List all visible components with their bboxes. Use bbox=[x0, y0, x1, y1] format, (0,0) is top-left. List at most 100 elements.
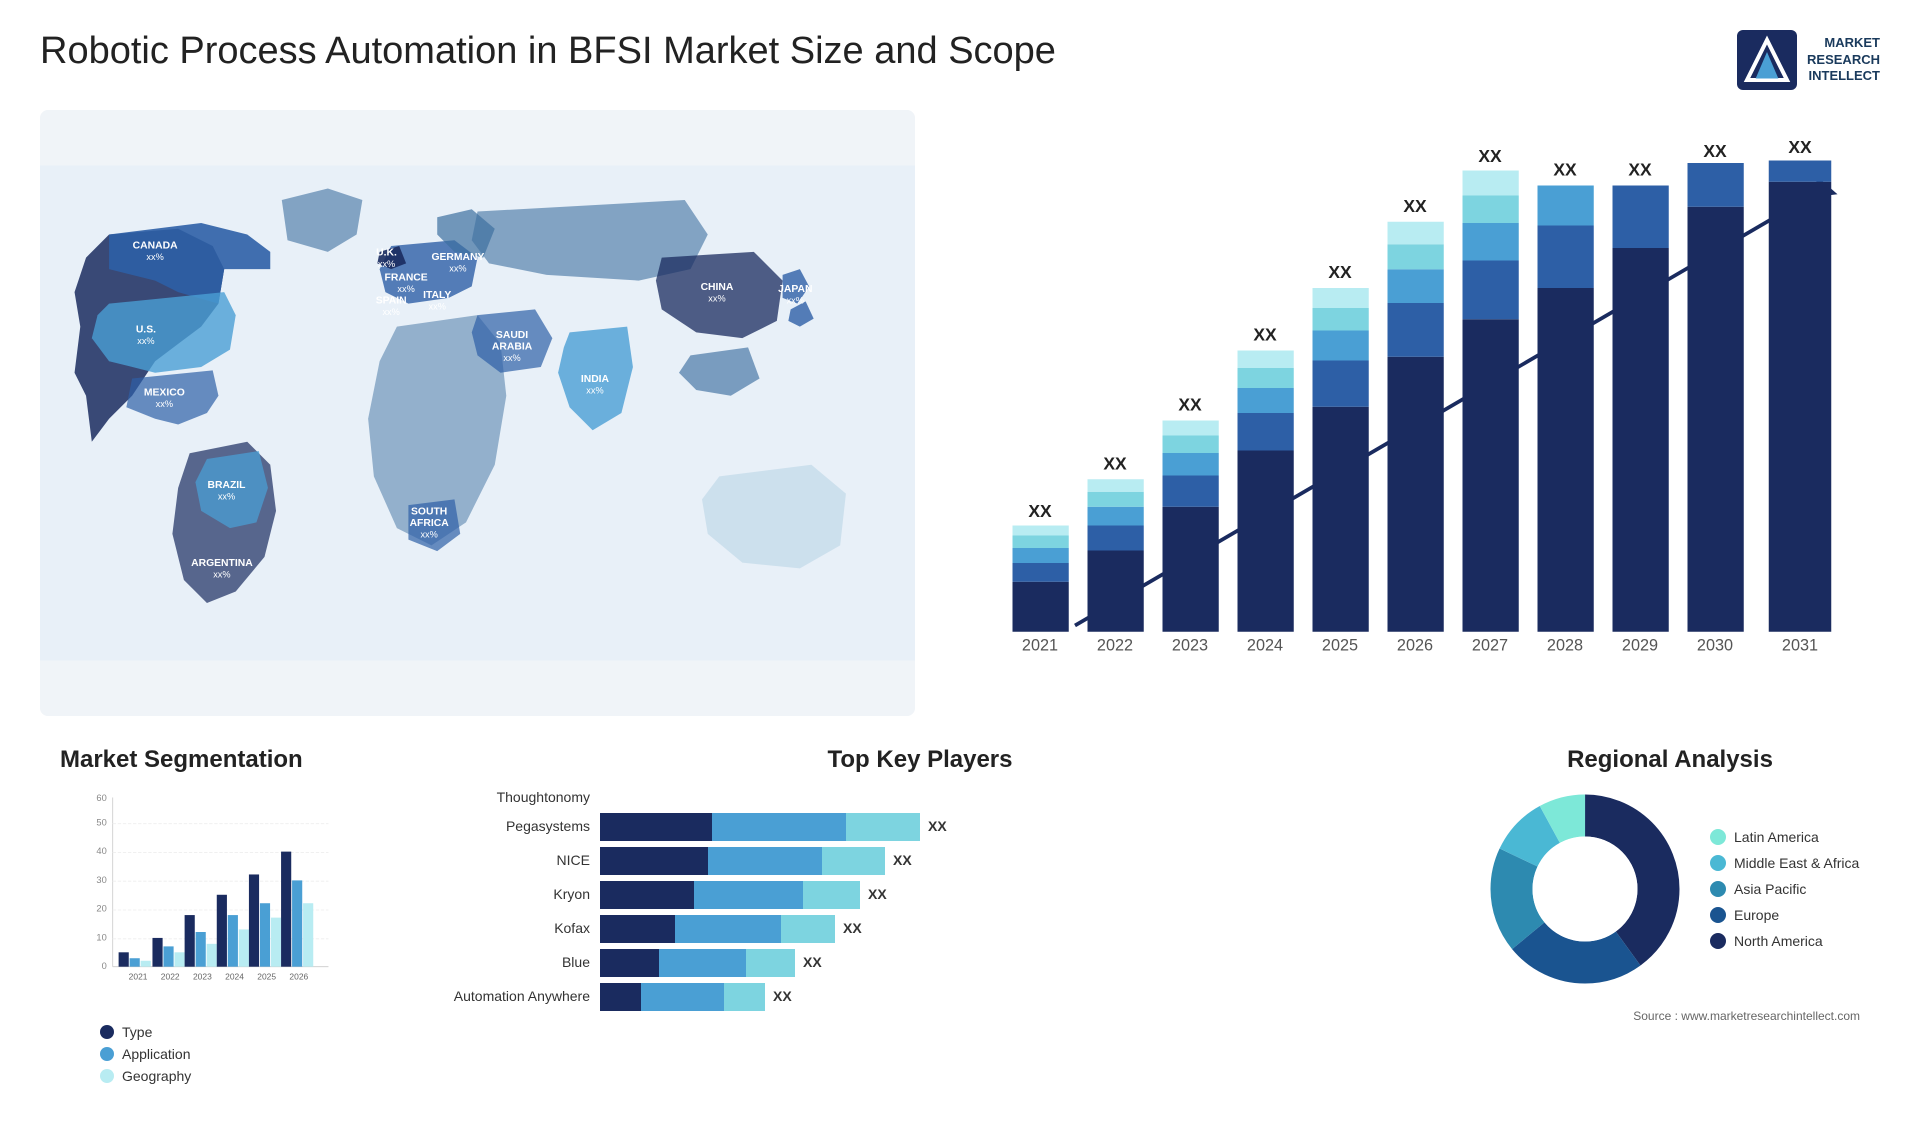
player-row-kryon: Kryon XX bbox=[430, 881, 1410, 907]
svg-text:2024: 2024 bbox=[225, 971, 244, 981]
svg-text:2023: 2023 bbox=[193, 971, 212, 981]
svg-text:2025: 2025 bbox=[1322, 637, 1358, 655]
svg-text:ARABIA: ARABIA bbox=[492, 342, 533, 353]
svg-text:2030: 2030 bbox=[1697, 637, 1733, 655]
svg-text:U.S.: U.S. bbox=[136, 324, 156, 335]
svg-text:2021: 2021 bbox=[1022, 637, 1058, 655]
svg-text:XX: XX bbox=[1178, 395, 1202, 415]
legend-dot-application bbox=[100, 1047, 114, 1061]
player-name: Thoughtonomy bbox=[430, 789, 590, 805]
logo-text: MARKET RESEARCH INTELLECT bbox=[1807, 35, 1880, 86]
svg-text:xx%: xx% bbox=[787, 296, 804, 306]
player-bar-label: XX bbox=[928, 818, 947, 834]
svg-text:GERMANY: GERMANY bbox=[431, 252, 484, 263]
player-bar-label: XX bbox=[773, 988, 792, 1004]
svg-text:XX: XX bbox=[1553, 160, 1577, 180]
regional-title: Regional Analysis bbox=[1480, 746, 1860, 774]
players-section: Top Key Players Thoughtonomy Pegasystems… bbox=[410, 736, 1430, 1116]
player-bar-label: XX bbox=[843, 920, 862, 936]
regional-legend: Latin America Middle East & Africa Asia … bbox=[1710, 829, 1859, 949]
legend-north-america: North America bbox=[1710, 933, 1859, 949]
bar-chart-svg: XX 2021 XX 2022 bbox=[975, 120, 1850, 706]
svg-text:2028: 2028 bbox=[1547, 637, 1583, 655]
players-title: Top Key Players bbox=[430, 746, 1410, 774]
legend-middle-east-africa: Middle East & Africa bbox=[1710, 855, 1859, 871]
header: Robotic Process Automation in BFSI Marke… bbox=[40, 30, 1880, 90]
player-name: Blue bbox=[430, 954, 590, 970]
svg-text:SOUTH: SOUTH bbox=[411, 506, 447, 517]
svg-text:AFRICA: AFRICA bbox=[410, 518, 450, 529]
svg-text:50: 50 bbox=[96, 817, 106, 827]
player-row-automation-anywhere: Automation Anywhere XX bbox=[430, 983, 1410, 1009]
svg-text:2021: 2021 bbox=[129, 971, 148, 981]
svg-text:BRAZIL: BRAZIL bbox=[208, 480, 247, 491]
svg-text:xx%: xx% bbox=[137, 336, 154, 346]
bar-chart-section: XX 2021 XX 2022 bbox=[945, 110, 1880, 716]
legend-asia-pacific: Asia Pacific bbox=[1710, 881, 1859, 897]
svg-text:xx%: xx% bbox=[213, 570, 230, 580]
segmentation-chart: 0 10 20 30 40 50 60 2021 bbox=[60, 789, 360, 1009]
player-bar-container: XX bbox=[600, 881, 1410, 907]
legend-dot-type bbox=[100, 1025, 114, 1039]
svg-text:xx%: xx% bbox=[218, 491, 235, 501]
player-bar-container: XX bbox=[600, 915, 1410, 941]
player-row-nice: NICE XX bbox=[430, 847, 1410, 873]
svg-text:SPAIN: SPAIN bbox=[376, 296, 407, 307]
donut-container: Latin America Middle East & Africa Asia … bbox=[1480, 784, 1860, 994]
legend-dot-latin-america bbox=[1710, 829, 1726, 845]
svg-text:XX: XX bbox=[1328, 262, 1352, 282]
svg-text:CANADA: CANADA bbox=[133, 240, 178, 251]
svg-text:0: 0 bbox=[102, 961, 107, 971]
svg-text:XX: XX bbox=[1628, 160, 1652, 180]
svg-text:XX: XX bbox=[1253, 325, 1277, 345]
donut-chart bbox=[1480, 784, 1690, 994]
svg-text:FRANCE: FRANCE bbox=[385, 273, 428, 284]
svg-text:40: 40 bbox=[96, 846, 106, 856]
svg-text:XX: XX bbox=[1788, 137, 1812, 157]
logo-icon bbox=[1737, 30, 1797, 90]
legend-dot-europe bbox=[1710, 907, 1726, 923]
svg-text:MEXICO: MEXICO bbox=[144, 388, 185, 399]
player-bar-container: XX bbox=[600, 949, 1410, 975]
player-name: Kryon bbox=[430, 886, 590, 902]
svg-text:XX: XX bbox=[1028, 501, 1052, 521]
logo-container: MARKET RESEARCH INTELLECT bbox=[1737, 30, 1880, 90]
svg-text:U.K.: U.K. bbox=[376, 247, 397, 258]
player-row-pegasystems: Pegasystems XX bbox=[430, 813, 1410, 839]
legend-application: Application bbox=[100, 1046, 360, 1062]
svg-text:xx%: xx% bbox=[420, 529, 437, 539]
svg-text:CHINA: CHINA bbox=[701, 282, 734, 293]
svg-text:XX: XX bbox=[1478, 146, 1502, 166]
player-row-thoughtonomy: Thoughtonomy bbox=[430, 789, 1410, 805]
svg-text:INDIA: INDIA bbox=[581, 374, 610, 385]
player-name: Automation Anywhere bbox=[430, 988, 590, 1004]
svg-text:2026: 2026 bbox=[1397, 637, 1433, 655]
legend-type: Type bbox=[100, 1024, 360, 1040]
svg-text:20: 20 bbox=[96, 904, 106, 914]
legend-latin-america: Latin America bbox=[1710, 829, 1859, 845]
svg-text:2026: 2026 bbox=[289, 971, 308, 981]
svg-text:2029: 2029 bbox=[1622, 637, 1658, 655]
player-bar-label: XX bbox=[803, 954, 822, 970]
player-name: Pegasystems bbox=[430, 818, 590, 834]
page-title: Robotic Process Automation in BFSI Marke… bbox=[40, 30, 1056, 73]
world-map-svg: CANADA xx% U.S. xx% MEXICO xx% BRAZIL xx… bbox=[40, 110, 915, 716]
segmentation-section: Market Segmentation 0 10 20 30 40 50 60 bbox=[40, 736, 380, 1116]
svg-text:2031: 2031 bbox=[1782, 637, 1818, 655]
legend-dot-geography bbox=[100, 1069, 114, 1083]
svg-text:JAPAN: JAPAN bbox=[778, 284, 812, 295]
top-section: CANADA xx% U.S. xx% MEXICO xx% BRAZIL xx… bbox=[40, 110, 1880, 716]
svg-text:XX: XX bbox=[1703, 141, 1727, 161]
player-bar-container: XX bbox=[600, 813, 1410, 839]
legend-dot-asia-pacific bbox=[1710, 881, 1726, 897]
player-bar-container: XX bbox=[600, 983, 1410, 1009]
svg-text:xx%: xx% bbox=[429, 301, 446, 311]
legend-geography: Geography bbox=[100, 1068, 360, 1084]
svg-text:xx%: xx% bbox=[708, 293, 725, 303]
svg-text:XX: XX bbox=[1403, 196, 1427, 216]
segmentation-title: Market Segmentation bbox=[60, 746, 360, 774]
svg-text:xx%: xx% bbox=[146, 252, 163, 262]
player-row-kofax: Kofax XX bbox=[430, 915, 1410, 941]
svg-text:xx%: xx% bbox=[586, 385, 603, 395]
svg-text:2022: 2022 bbox=[161, 971, 180, 981]
